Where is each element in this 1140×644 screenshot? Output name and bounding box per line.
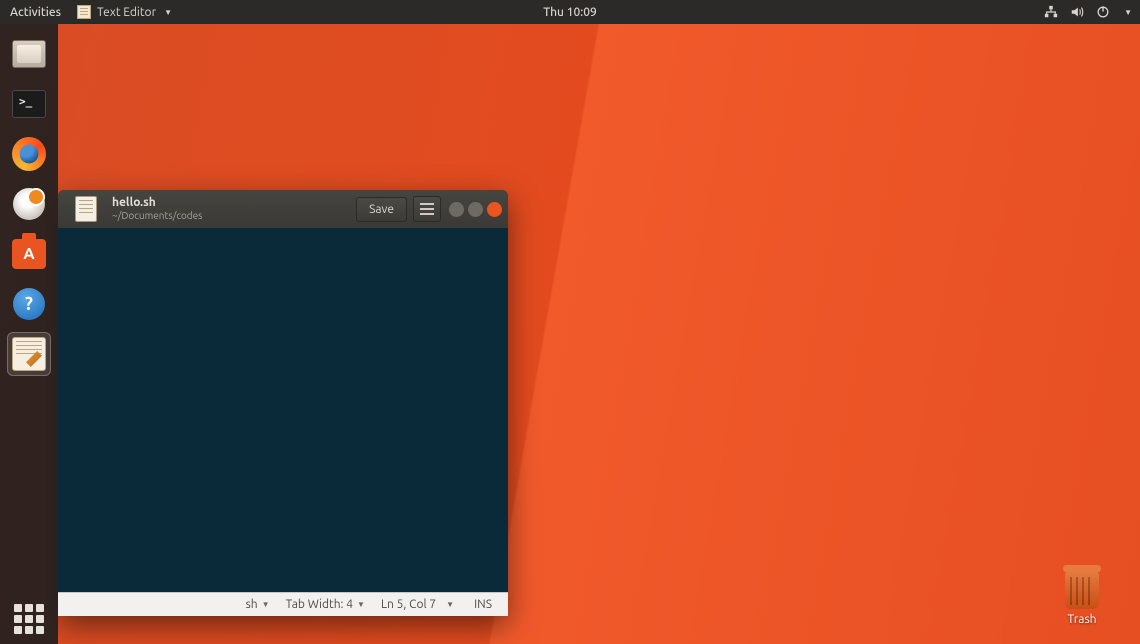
- dock-item-help[interactable]: ?: [7, 282, 51, 326]
- dock-item-files[interactable]: [7, 32, 51, 76]
- window-controls: [449, 202, 502, 217]
- language-label: sh: [246, 598, 258, 611]
- app-menu[interactable]: Text Editor ▼: [71, 5, 178, 19]
- dock-item-terminal[interactable]: [7, 82, 51, 126]
- files-icon: [12, 40, 46, 68]
- minimize-button[interactable]: [449, 202, 464, 217]
- dock-item-firefox[interactable]: [7, 132, 51, 176]
- insert-mode-label: INS: [474, 598, 492, 611]
- status-area[interactable]: ▼: [1044, 5, 1132, 19]
- hamburger-menu-button[interactable]: [413, 196, 441, 222]
- tab-width-label: Tab Width: 4: [286, 598, 353, 611]
- chevron-down-icon: ▼: [357, 600, 365, 609]
- desktop-trash[interactable]: Trash: [1052, 571, 1112, 626]
- chevron-down-icon: ▼: [164, 8, 172, 17]
- dock-item-disk[interactable]: [7, 182, 51, 226]
- maximize-button[interactable]: [468, 202, 483, 217]
- help-icon: ?: [13, 288, 45, 320]
- firefox-icon: [12, 137, 46, 171]
- volume-icon: [1070, 5, 1084, 19]
- tab-width-selector[interactable]: Tab Width: 4 ▼: [280, 598, 371, 611]
- chevron-down-icon: ▼: [262, 600, 270, 609]
- top-panel: Activities Text Editor ▼ Thu 10:09 ▼: [0, 0, 1140, 24]
- gedit-icon: [12, 337, 46, 371]
- window-title-area: hello.sh ~/Documents/codes: [112, 196, 356, 221]
- app-menu-label: Text Editor: [97, 6, 156, 19]
- activities-button[interactable]: Activities: [0, 6, 71, 19]
- terminal-icon: [12, 90, 46, 118]
- open-document-button[interactable]: [75, 196, 97, 222]
- language-selector[interactable]: sh ▼: [240, 598, 276, 611]
- trash-label: Trash: [1067, 613, 1096, 626]
- gedit-window: hello.sh ~/Documents/codes Save sh ▼ Tab…: [58, 190, 508, 616]
- software-icon: [12, 239, 46, 269]
- status-bar: sh ▼ Tab Width: 4 ▼ Ln 5, Col 7 ▼ INS: [58, 592, 508, 616]
- launcher-dock: ?: [0, 24, 58, 644]
- close-button[interactable]: [487, 202, 502, 217]
- editor-area[interactable]: [58, 228, 508, 592]
- cursor-position-selector[interactable]: Ln 5, Col 7: [375, 598, 442, 611]
- insert-mode[interactable]: INS: [468, 598, 498, 611]
- chevron-down-icon: ▼: [446, 600, 464, 609]
- save-button[interactable]: Save: [356, 197, 407, 222]
- clock[interactable]: Thu 10:09: [543, 6, 597, 19]
- show-applications-button[interactable]: [14, 604, 44, 634]
- trash-icon: [1065, 571, 1099, 609]
- dock-item-gedit[interactable]: [7, 332, 51, 376]
- window-title: hello.sh: [112, 196, 356, 210]
- disk-icon: [13, 188, 45, 220]
- cursor-position-label: Ln 5, Col 7: [381, 598, 436, 611]
- text-editor-icon: [77, 5, 91, 19]
- header-bar[interactable]: hello.sh ~/Documents/codes Save: [58, 190, 508, 228]
- power-icon: [1096, 5, 1110, 19]
- chevron-down-icon: ▼: [1124, 8, 1132, 17]
- network-icon: [1044, 5, 1058, 19]
- dock-item-software[interactable]: [7, 232, 51, 276]
- window-subtitle: ~/Documents/codes: [112, 210, 356, 222]
